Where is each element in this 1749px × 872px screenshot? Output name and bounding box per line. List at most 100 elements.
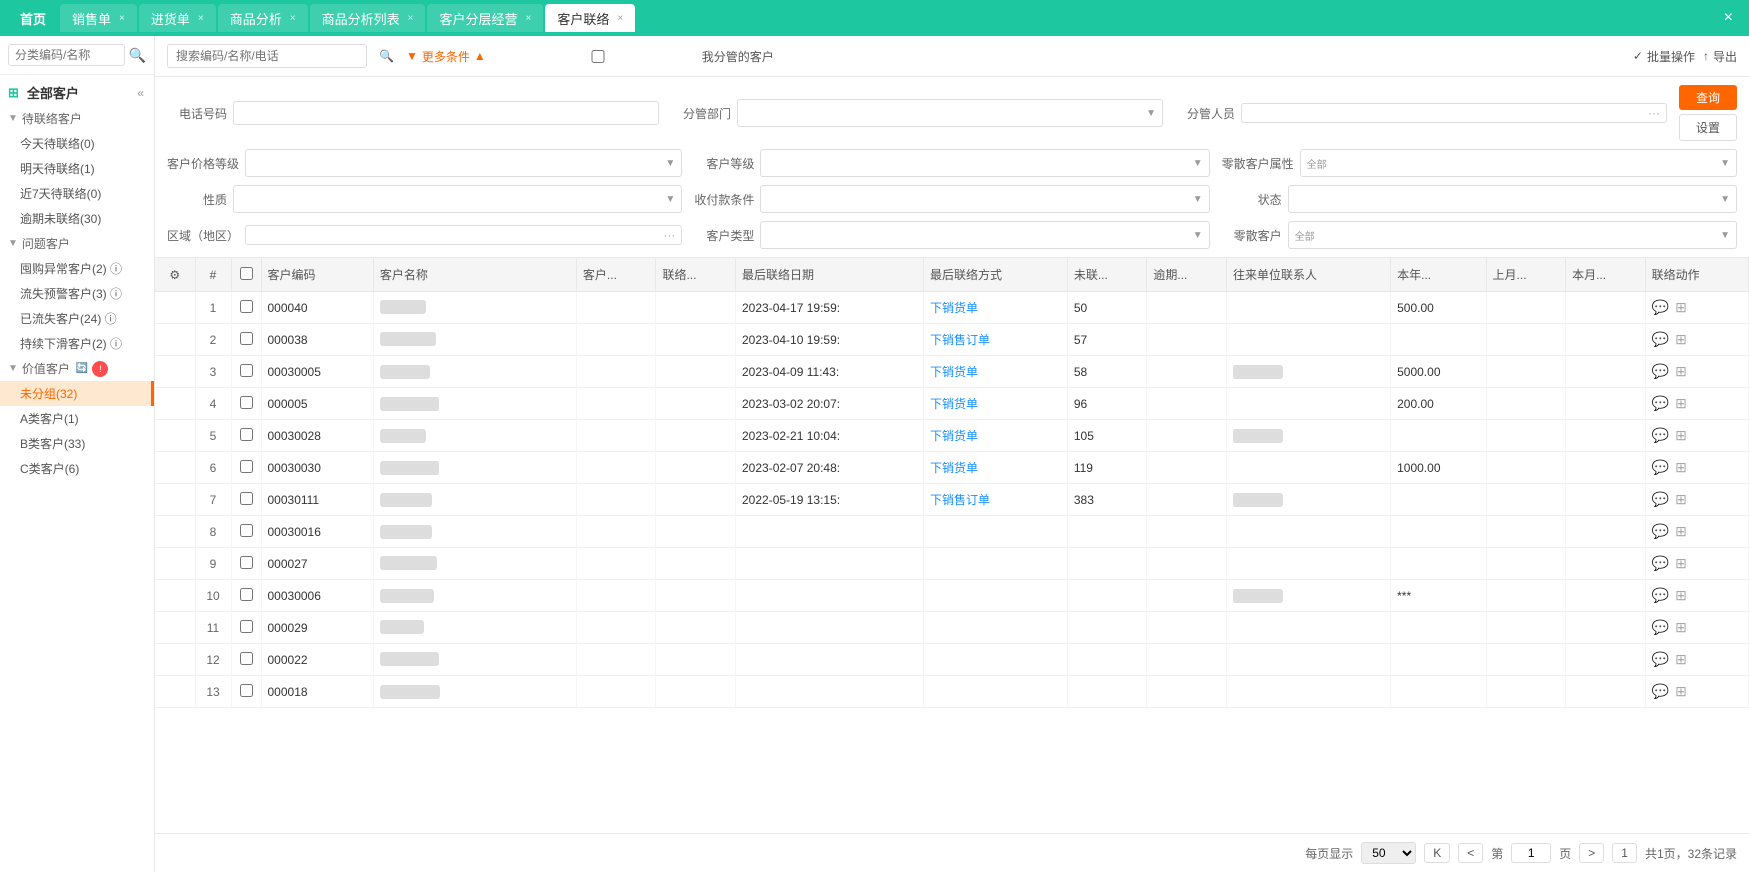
checkbox-column-header[interactable] (231, 258, 261, 292)
more-action-icon[interactable]: ⊞ (1675, 491, 1687, 508)
contact-action-icon[interactable]: 💬 (1652, 555, 1669, 572)
name-column-header[interactable]: 客户名称 (373, 258, 576, 292)
more-action-icon[interactable]: ⊞ (1675, 587, 1687, 604)
more-action-icon[interactable]: ⊞ (1675, 331, 1687, 348)
filter-retail-attr-select[interactable]: 全部▼ (1300, 149, 1737, 177)
close-icon[interactable]: × (525, 13, 531, 24)
checkbox-cell[interactable] (231, 548, 261, 580)
gear-icon[interactable]: ⚙ (169, 268, 180, 282)
row-checkbox[interactable] (240, 652, 253, 665)
row-checkbox[interactable] (240, 620, 253, 633)
last-month-column-header[interactable]: 上月... (1486, 258, 1566, 292)
row-checkbox[interactable] (240, 300, 253, 313)
code-column-header[interactable]: 客户编码 (261, 258, 373, 292)
not-contact-column-header[interactable]: 未联... (1067, 258, 1147, 292)
tab-product-list[interactable]: 商品分析列表 × (310, 4, 426, 32)
contact-action-icon[interactable]: 💬 (1652, 459, 1669, 476)
row-checkbox[interactable] (240, 556, 253, 569)
checkbox-cell[interactable] (231, 676, 261, 708)
filter-retail-customer-select[interactable]: 全部▼ (1288, 221, 1737, 249)
contact-action-icon[interactable]: 💬 (1652, 363, 1669, 380)
sidebar-item-hoarding-anomaly[interactable]: 囤购异常客户(2) ⓘ (0, 256, 154, 281)
row-checkbox[interactable] (240, 588, 253, 601)
last-method-link[interactable]: 下销货单 (930, 301, 978, 315)
checkbox-cell[interactable] (231, 452, 261, 484)
filter-region-input[interactable]: ··· (245, 225, 682, 245)
sidebar-item-declining[interactable]: 持续下滑客户(2) ⓘ (0, 331, 154, 356)
last-method-link[interactable]: 下销货单 (930, 461, 978, 475)
contact-action-icon[interactable]: 💬 (1652, 651, 1669, 668)
more-action-icon[interactable]: ⊞ (1675, 459, 1687, 476)
row-checkbox[interactable] (240, 364, 253, 377)
contact-action-icon[interactable]: 💬 (1652, 619, 1669, 636)
sidebar-item-class-b[interactable]: B类客户(33) (0, 431, 154, 456)
contact-action-icon[interactable]: 💬 (1652, 491, 1669, 508)
more-action-icon[interactable]: ⊞ (1675, 555, 1687, 572)
close-icon[interactable]: × (290, 13, 296, 24)
checkbox-cell[interactable] (231, 516, 261, 548)
contact-action-icon[interactable]: 💬 (1652, 395, 1669, 412)
search-button[interactable]: 查询 (1679, 85, 1737, 110)
sidebar-collapse-button[interactable]: « (135, 84, 146, 102)
my-customers-check[interactable] (498, 50, 698, 63)
more-filters-button[interactable]: ▼ 更多条件 ▲ (406, 48, 486, 65)
last-method-link[interactable]: 下销售订单 (930, 333, 990, 347)
export-button[interactable]: ↑ 导出 (1703, 48, 1737, 65)
contact-action-icon[interactable]: 💬 (1652, 299, 1669, 316)
filter-phone-input[interactable] (233, 101, 659, 125)
more-action-icon[interactable]: ⊞ (1675, 395, 1687, 412)
search-input[interactable] (167, 44, 367, 68)
sidebar-item-overdue-contact[interactable]: 逾期未联络(30) (0, 206, 154, 231)
window-close-button[interactable]: × (1716, 9, 1741, 27)
sidebar-item-churn-warning[interactable]: 流失预警客户(3) ⓘ (0, 281, 154, 306)
gear-column-header[interactable]: ⚙ (155, 258, 195, 292)
more-action-icon[interactable]: ⊞ (1675, 619, 1687, 636)
checkbox-cell[interactable] (231, 644, 261, 676)
filter-customer-grade-select[interactable]: ▼ (760, 149, 1209, 177)
close-icon[interactable]: × (119, 13, 125, 24)
more-action-icon[interactable]: ⊞ (1675, 363, 1687, 380)
contact-person-column-header[interactable]: 往来单位联系人 (1226, 258, 1390, 292)
tab-home[interactable]: 首页 (8, 4, 58, 32)
last-method-link[interactable]: 下销售订单 (930, 493, 990, 507)
filter-dept-select[interactable]: ▼ (737, 99, 1163, 127)
checkbox-cell[interactable] (231, 324, 261, 356)
page-number-input[interactable] (1511, 843, 1551, 863)
first-page-button[interactable]: K (1424, 843, 1450, 863)
more-action-icon[interactable]: ⊞ (1675, 651, 1687, 668)
category-search-input[interactable] (8, 44, 125, 66)
row-checkbox[interactable] (240, 684, 253, 697)
last-method-link[interactable]: 下销货单 (930, 365, 978, 379)
sidebar-group-pending[interactable]: ▼ 待联络客户 (0, 106, 154, 131)
sidebar-item-class-a[interactable]: A类客户(1) (0, 406, 154, 431)
tab-sales[interactable]: 销售单 × (60, 4, 137, 32)
close-icon[interactable]: × (408, 13, 414, 24)
contact-action-icon[interactable]: 💬 (1652, 331, 1669, 348)
last-date-column-header[interactable]: 最后联络日期 (736, 258, 924, 292)
checkbox-cell[interactable] (231, 292, 261, 324)
batch-ops-button[interactable]: ✓ 批量操作 (1633, 48, 1695, 65)
tab-product-analysis[interactable]: 商品分析 × (218, 4, 308, 32)
last-page-button[interactable]: 1 (1612, 843, 1637, 863)
all-customers-header[interactable]: ⊞ 全部客户 « (0, 75, 154, 106)
refresh-icon[interactable]: 🔄 (76, 363, 88, 374)
more-action-icon[interactable]: ⊞ (1675, 427, 1687, 444)
sidebar-item-class-c[interactable]: C类客户(6) (0, 456, 154, 481)
close-icon[interactable]: × (198, 13, 204, 24)
search-icon[interactable]: 🔍 (129, 47, 146, 64)
filter-person-input[interactable]: ··· (1241, 103, 1667, 123)
sidebar-item-today-pending[interactable]: 今天待联络(0) (0, 131, 154, 156)
checkbox-cell[interactable] (231, 420, 261, 452)
filter-nature-select[interactable]: ▼ (233, 185, 682, 213)
sidebar-item-7day-pending[interactable]: 近7天待联络(0) (0, 181, 154, 206)
row-checkbox[interactable] (240, 396, 253, 409)
sidebar-item-churned[interactable]: 已流失客户(24) ⓘ (0, 306, 154, 331)
overdue-column-header[interactable]: 逾期... (1147, 258, 1227, 292)
more-action-icon[interactable]: ⊞ (1675, 683, 1687, 700)
per-page-select[interactable]: 50 100 200 (1361, 842, 1416, 864)
checkbox-cell[interactable] (231, 356, 261, 388)
checkbox-cell[interactable] (231, 612, 261, 644)
tab-customer-tier[interactable]: 客户分层经营 × (427, 4, 543, 32)
contact-action-icon[interactable]: 💬 (1652, 523, 1669, 540)
checkbox-cell[interactable] (231, 388, 261, 420)
